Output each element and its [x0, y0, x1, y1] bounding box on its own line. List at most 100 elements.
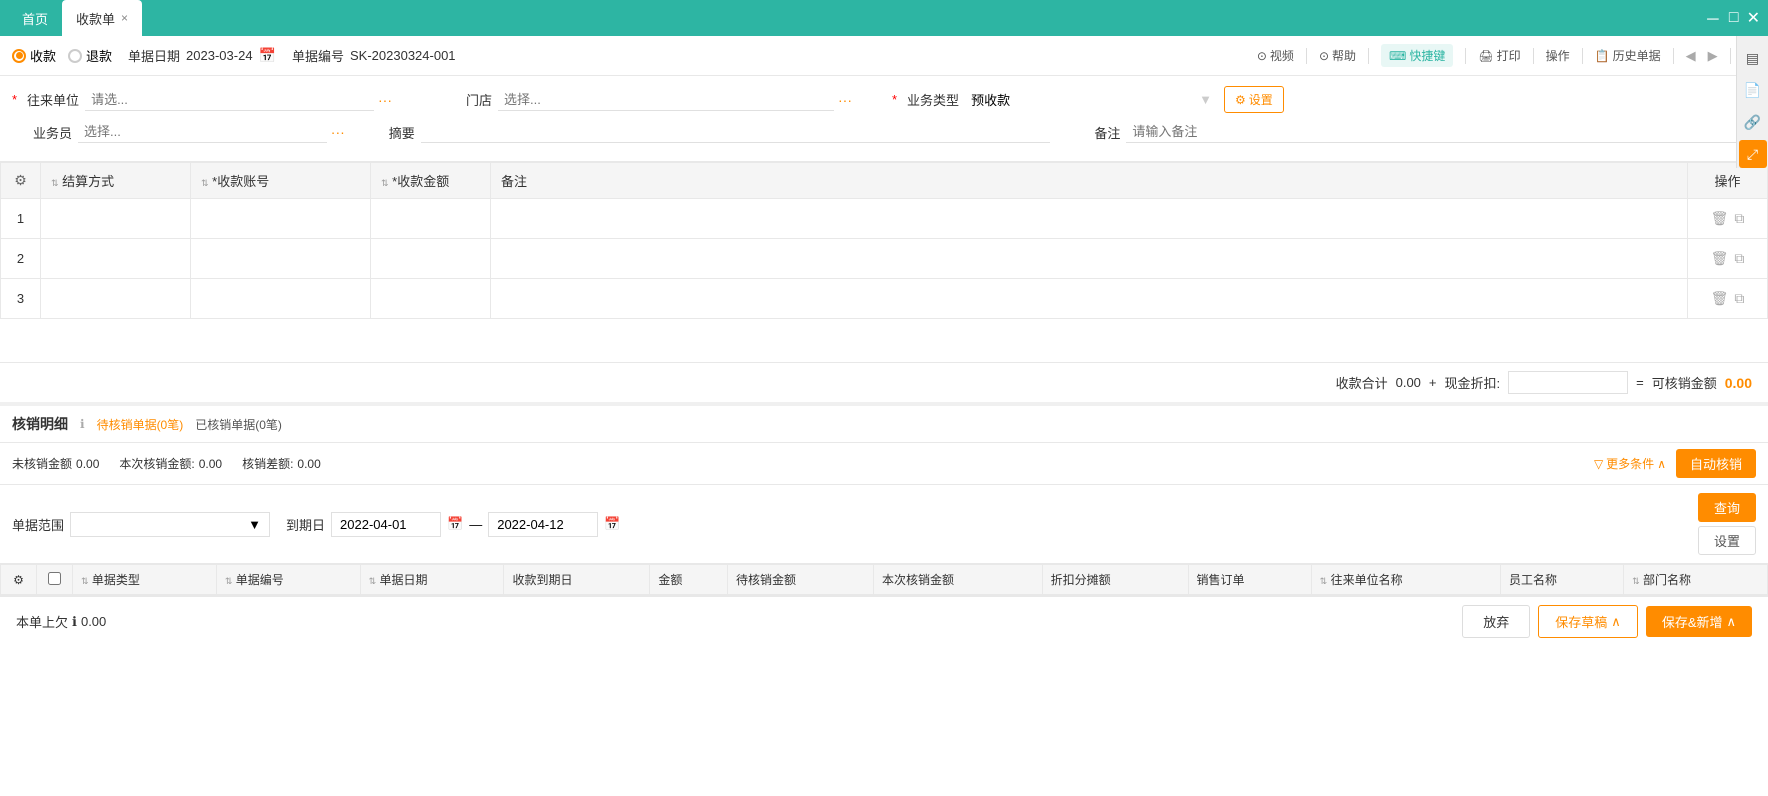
date-from-input[interactable] [331, 512, 441, 537]
store-field: 门店 ··· [432, 89, 852, 111]
copy-icon-3[interactable]: ⧉ [1734, 290, 1744, 307]
carry-info-icon[interactable]: ℹ [72, 614, 77, 630]
cell-account-3[interactable] [191, 279, 371, 319]
cell-amount-2[interactable] [371, 239, 491, 279]
cell-remark-2[interactable] [491, 239, 1688, 279]
staff-more-btn[interactable]: ··· [331, 124, 345, 140]
bth-amount: 金额 [650, 565, 728, 595]
copy-icon-1[interactable]: ⧉ [1734, 210, 1744, 227]
cell-settlement-2[interactable] [41, 239, 191, 279]
auto-cancel-btn[interactable]: 自动核销 [1676, 449, 1756, 478]
filter-action-col: 查询 设置 [1698, 493, 1756, 555]
store-input[interactable] [498, 89, 834, 111]
cell-account-1[interactable] [191, 199, 371, 239]
query-btn[interactable]: 查询 [1698, 493, 1756, 522]
table-row: 3 🗑 ⧉ [1, 279, 1768, 319]
print-btn[interactable]: 🖨 打印 [1478, 47, 1520, 64]
th-gear[interactable]: ⚙ [1, 163, 41, 199]
radio-refund-label: 退款 [86, 46, 112, 65]
store-more-btn[interactable]: ··· [838, 92, 852, 108]
cell-amount-3[interactable] [371, 279, 491, 319]
bth-checkbox[interactable] [37, 565, 73, 595]
cell-amount-1[interactable] [371, 199, 491, 239]
filter-settings-btn[interactable]: 设置 [1698, 526, 1756, 555]
counterpart-field: * 往来单位 ··· [12, 89, 392, 111]
calendar-icon-from[interactable]: 📅 [447, 516, 463, 532]
history-btn[interactable]: 📋 历史单据 [1595, 47, 1661, 64]
cell-settlement-3[interactable] [41, 279, 191, 319]
this-cancel-value: 0.00 [199, 457, 222, 471]
action-cell-3: 🗑 ⧉ [1688, 279, 1768, 319]
save-new-btn[interactable]: 保存&新增 ∧ [1646, 606, 1752, 637]
help-btn[interactable]: ⊙ 帮助 [1319, 47, 1356, 64]
cell-settlement-1[interactable] [41, 199, 191, 239]
date-range-separator: — [469, 517, 482, 532]
sidebar-table-icon[interactable]: ▤ [1739, 44, 1767, 72]
delete-icon-3[interactable]: 🗑 [1711, 290, 1729, 307]
tab-collection[interactable]: 收款单 × [62, 0, 142, 36]
sidebar-link-icon[interactable]: 🔗 [1739, 108, 1767, 136]
remark-input[interactable] [1126, 121, 1756, 143]
close-btn[interactable]: ✕ [1747, 8, 1760, 28]
more-conditions-btn[interactable]: ▽ 更多条件 ∧ [1594, 455, 1666, 472]
counterpart-input[interactable] [85, 89, 374, 111]
nav-next-icon[interactable]: ▶ [1708, 48, 1718, 64]
copy-icon-2[interactable]: ⧉ [1734, 250, 1744, 267]
tab-close-btn[interactable]: × [121, 11, 128, 25]
bth-due-date: 收款到期日 [504, 565, 650, 595]
more-conditions-label: 更多条件 [1606, 455, 1654, 472]
radio-refund[interactable]: 退款 [68, 46, 112, 65]
hx-stats-row: 未核销金额 0.00 本次核销金额: 0.00 核销差额: 0.00 ▽ 更多条… [0, 443, 1768, 485]
hx-done-tab[interactable]: 已核销单据(0笔) [195, 416, 282, 433]
table-header-row: ⚙ ⇅ 结算方式 ⇅ *收款账号 ⇅ *收款金额 备注 [1, 163, 1768, 199]
tab-home[interactable]: 首页 [8, 0, 62, 36]
hx-info-icon[interactable]: ℹ [80, 417, 85, 431]
bottom-gear-icon: ⚙ [13, 573, 24, 587]
shortcut-btn[interactable]: ⌨ 快捷键 [1381, 44, 1453, 67]
divider-6 [1673, 48, 1674, 64]
store-label: 门店 [432, 90, 492, 109]
business-type-dropdown-icon[interactable]: ▼ [1199, 92, 1212, 107]
range-select[interactable]: ▼ [70, 512, 270, 537]
th-account: ⇅ *收款账号 [191, 163, 371, 199]
th-amount: ⇅ *收款金额 [371, 163, 491, 199]
counterpart-more-btn[interactable]: ··· [378, 92, 392, 108]
discount-input[interactable] [1508, 371, 1628, 394]
abandon-btn[interactable]: 放弃 [1462, 605, 1530, 638]
business-type-label: 业务类型 [899, 90, 959, 109]
calendar-icon-to[interactable]: 📅 [604, 516, 620, 532]
form-settings-btn[interactable]: ⚙ 设置 [1224, 86, 1284, 113]
minimize-btn[interactable]: － [1705, 6, 1721, 30]
bth-gear[interactable]: ⚙ [1, 565, 37, 595]
delete-icon-2[interactable]: 🗑 [1711, 250, 1729, 267]
calendar-icon[interactable]: 📅 [259, 47, 276, 64]
cell-account-2[interactable] [191, 239, 371, 279]
maximize-btn[interactable]: □ [1729, 9, 1739, 27]
save-draft-btn[interactable]: 保存草稿 ∧ [1538, 605, 1638, 638]
video-label: 视频 [1270, 47, 1294, 64]
row-num-3: 3 [1, 279, 41, 319]
radio-collection[interactable]: 收款 [12, 46, 56, 65]
action-cell-1: 🗑 ⧉ [1688, 199, 1768, 239]
date-to-input[interactable] [488, 512, 598, 537]
th-action-label: 操作 [1714, 174, 1740, 189]
select-all-checkbox[interactable] [48, 572, 61, 585]
sidebar-expand-icon[interactable]: ⤢ [1739, 140, 1767, 168]
hx-pending-tab[interactable]: 待核销单据(0笔) [97, 416, 184, 433]
sidebar-doc-icon[interactable]: 📄 [1739, 76, 1767, 104]
settings-gear-icon: ⚙ [1235, 93, 1246, 107]
bth-discount: 折扣分摊额 [1042, 565, 1188, 595]
bth-staff-name: 员工名称 [1500, 565, 1623, 595]
bottom-section: 核销明细 ℹ 待核销单据(0笔) 已核销单据(0笔) 未核销金额 0.00 本次… [0, 402, 1768, 595]
nav-prev-icon[interactable]: ◀ [1686, 48, 1696, 64]
cell-remark-3[interactable] [491, 279, 1688, 319]
video-btn[interactable]: ⊙ 视频 [1257, 47, 1294, 64]
cell-remark-1[interactable] [491, 199, 1688, 239]
uncancelled-label: 未核销金额 [12, 455, 72, 472]
this-cancel-stat: 本次核销金额: 0.00 [119, 455, 222, 472]
available-label: 可核销金额 [1652, 373, 1717, 392]
summary-input[interactable] [421, 121, 1051, 143]
staff-input[interactable] [78, 121, 327, 143]
operation-btn[interactable]: 操作 [1546, 47, 1570, 64]
delete-icon-1[interactable]: 🗑 [1711, 210, 1729, 227]
